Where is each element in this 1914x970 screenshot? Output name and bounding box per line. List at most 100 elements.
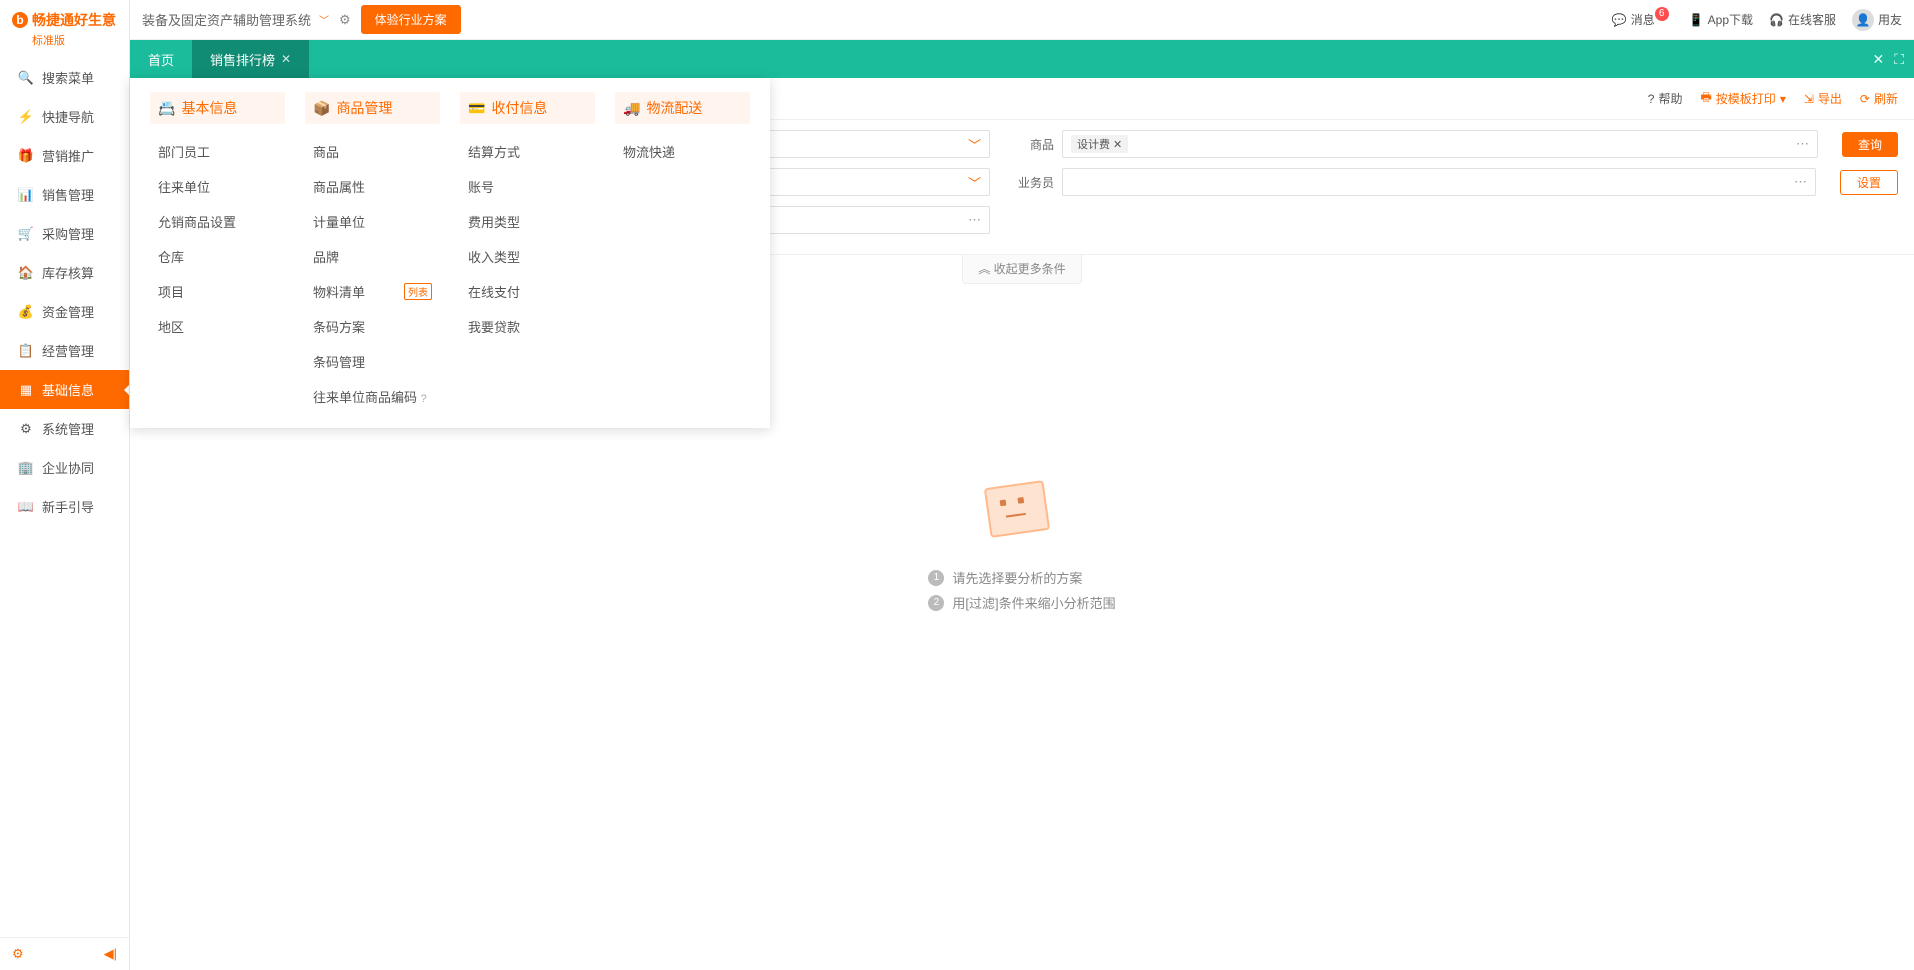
help-icon: ?: [421, 393, 427, 405]
messages-link[interactable]: 💬 消息 6: [1612, 11, 1673, 28]
chevron-down-icon: ﹀: [968, 173, 981, 192]
list-badge: 列表: [404, 283, 432, 300]
brand-edition: 标准版: [32, 32, 117, 48]
flyout-item[interactable]: 物流快递: [615, 134, 750, 169]
step-1-badge: 1: [928, 570, 944, 586]
nav-icon: 🎁: [18, 148, 34, 164]
sidebar-item-1[interactable]: ⚡快捷导航: [0, 97, 129, 136]
phone-icon: 📱: [1689, 13, 1704, 27]
flyout-item[interactable]: 项目: [150, 274, 285, 309]
empty-step-1: 请先选择要分析的方案: [952, 568, 1082, 587]
tab-sales-ranking[interactable]: 销售排行榜 ✕: [192, 40, 309, 78]
sidebar-item-0[interactable]: 🔍搜索菜单: [0, 58, 129, 97]
flyout-header: 🚚物流配送: [615, 92, 750, 124]
tab-home[interactable]: 首页: [130, 40, 192, 78]
more-icon: ⋯: [1796, 136, 1809, 152]
salesperson-select[interactable]: ⋯: [1062, 168, 1816, 196]
salesperson-label: 业务员: [1014, 174, 1054, 191]
nav-icon: 🔍: [18, 70, 34, 86]
nav-icon: 📋: [18, 343, 34, 359]
chevron-down-icon: ﹀: [968, 135, 981, 154]
flyout-item[interactable]: 费用类型: [460, 204, 595, 239]
nav-icon: ⚡: [18, 109, 34, 125]
settings-gear-icon[interactable]: ⚙: [12, 946, 24, 962]
logo: b 畅捷通好生意 标准版: [0, 0, 129, 58]
sidebar-item-2[interactable]: 🎁营销推广: [0, 136, 129, 175]
query-button[interactable]: 查询: [1842, 132, 1898, 157]
sidebar-item-6[interactable]: 💰资金管理: [0, 292, 129, 331]
collapse-sidebar-icon[interactable]: ◀|: [104, 946, 117, 962]
industry-plan-button[interactable]: 体验行业方案: [361, 5, 461, 34]
product-select[interactable]: 设计费 ✕ ⋯: [1062, 130, 1818, 158]
empty-step-2: 用[过滤]条件来缩小分析范围: [952, 593, 1115, 612]
flyout-item[interactable]: 收入类型: [460, 239, 595, 274]
product-tag[interactable]: 设计费 ✕: [1071, 135, 1128, 153]
filter-select-2[interactable]: ﹀: [738, 168, 990, 196]
sidebar-item-11[interactable]: 📖新手引导: [0, 487, 129, 526]
print-icon: 🖶: [1700, 88, 1711, 109]
settings-button[interactable]: 设置: [1840, 170, 1898, 195]
flyout-header: 📇基本信息: [150, 92, 285, 124]
nav-icon: 🏢: [18, 460, 34, 476]
workspace-selector[interactable]: 装备及固定资产辅助管理系统 ﹀: [142, 10, 329, 29]
basic-info-flyout: 📇基本信息部门员工往来单位允销商品设置仓库项目地区📦商品管理商品商品属性计量单位…: [130, 78, 770, 428]
sidebar-item-8[interactable]: ▦基础信息: [0, 370, 129, 409]
flyout-header: 💳收付信息: [460, 92, 595, 124]
brand-name: 畅捷通好生意: [32, 10, 116, 30]
flyout-item[interactable]: 部门员工: [150, 134, 285, 169]
help-button[interactable]: ? 帮助: [1648, 90, 1683, 107]
app-download-link[interactable]: 📱 App下载: [1689, 11, 1753, 28]
category-icon: 📇: [158, 100, 175, 117]
flyout-item[interactable]: 我要贷款: [460, 309, 595, 344]
filter-select-3[interactable]: ⋯: [738, 206, 990, 234]
close-tab-icon[interactable]: ✕: [281, 52, 291, 66]
print-template-button[interactable]: 🖶 按模板打印 ▾: [1700, 88, 1785, 109]
step-2-badge: 2: [928, 595, 944, 611]
flyout-item[interactable]: 品牌: [305, 239, 440, 274]
flyout-item[interactable]: 往来单位商品编码 ?: [305, 379, 440, 414]
sidebar-item-9[interactable]: ⚙系统管理: [0, 409, 129, 448]
flyout-item[interactable]: 账号: [460, 169, 595, 204]
sidebar-item-7[interactable]: 📋经营管理: [0, 331, 129, 370]
sidebar-item-10[interactable]: 🏢企业协同: [0, 448, 129, 487]
help-icon: ?: [1648, 92, 1655, 106]
nav-icon: ▦: [18, 382, 34, 398]
flyout-item[interactable]: 往来单位: [150, 169, 285, 204]
flyout-item[interactable]: 地区: [150, 309, 285, 344]
flyout-item[interactable]: 条码管理: [305, 344, 440, 379]
support-link[interactable]: 🎧 在线客服: [1769, 11, 1836, 28]
flyout-item[interactable]: 物料清单列表: [305, 274, 440, 309]
close-all-tabs-icon[interactable]: ✕: [1872, 51, 1884, 68]
sidebar-item-4[interactable]: 🛒采购管理: [0, 214, 129, 253]
chevron-up-icon: ︽: [978, 262, 990, 276]
flyout-item[interactable]: 仓库: [150, 239, 285, 274]
flyout-item[interactable]: 商品属性: [305, 169, 440, 204]
category-icon: 🚚: [623, 100, 640, 117]
workspace-settings-icon[interactable]: ⚙: [339, 12, 351, 28]
category-icon: 📦: [313, 100, 330, 117]
user-menu[interactable]: 👤 用友: [1852, 9, 1902, 31]
amount-select[interactable]: ﹀: [738, 130, 990, 158]
message-count-badge: 6: [1655, 7, 1669, 21]
flyout-item[interactable]: 允销商品设置: [150, 204, 285, 239]
sidebar-item-3[interactable]: 📊销售管理: [0, 175, 129, 214]
flyout-item[interactable]: 在线支付: [460, 274, 595, 309]
chat-icon: 💬: [1612, 13, 1627, 27]
collapse-filters-button[interactable]: ︽ 收起更多条件: [962, 254, 1082, 284]
nav-icon: 🛒: [18, 226, 34, 242]
export-icon: ⇲: [1804, 92, 1814, 106]
remove-tag-icon[interactable]: ✕: [1113, 138, 1122, 151]
sidebar-item-5[interactable]: 🏠库存核算: [0, 253, 129, 292]
export-button[interactable]: ⇲ 导出: [1804, 90, 1842, 107]
empty-illustration: [967, 464, 1077, 554]
brand-icon: b: [12, 12, 28, 28]
topbar: 装备及固定资产辅助管理系统 ﹀ ⚙ 体验行业方案 💬 消息 6 📱 App下载 …: [130, 0, 1914, 40]
more-icon: ⋯: [968, 212, 981, 228]
flyout-item[interactable]: 商品: [305, 134, 440, 169]
flyout-item[interactable]: 结算方式: [460, 134, 595, 169]
headset-icon: 🎧: [1769, 13, 1784, 27]
refresh-button[interactable]: ⟳ 刷新: [1860, 90, 1898, 107]
flyout-item[interactable]: 计量单位: [305, 204, 440, 239]
flyout-item[interactable]: 条码方案: [305, 309, 440, 344]
fullscreen-icon[interactable]: ⛶: [1894, 51, 1904, 68]
